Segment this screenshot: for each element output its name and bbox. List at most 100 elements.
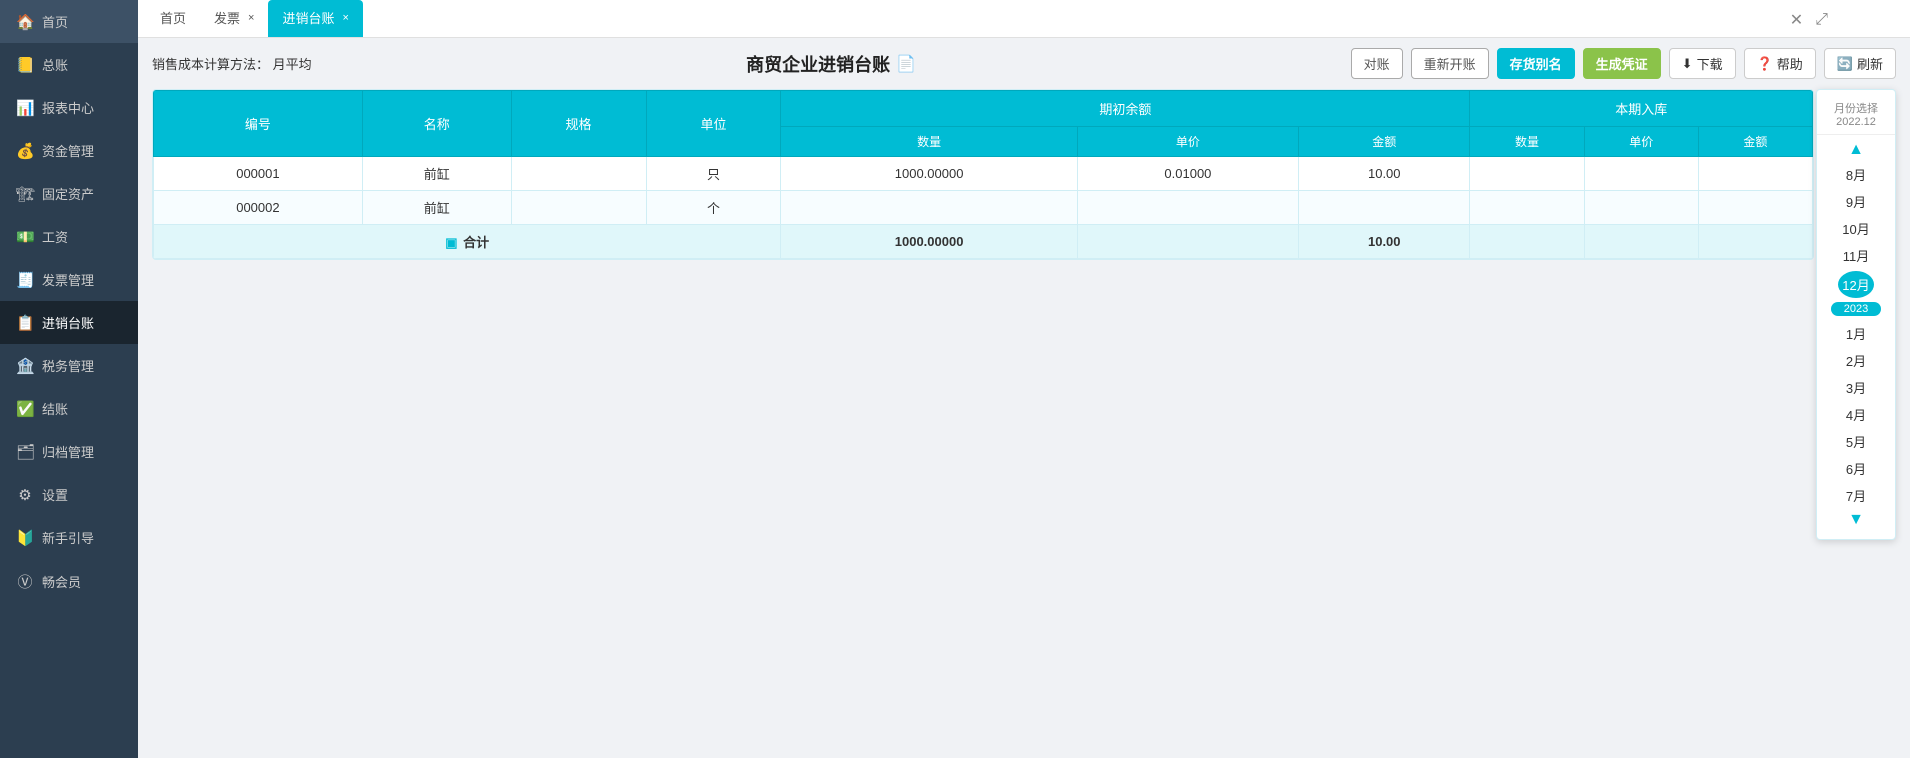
sidebar-item-fund-management[interactable]: 💰 资金管理 [0, 129, 138, 172]
col-id: 编号 [154, 91, 363, 157]
cost-method: 销售成本计算方法： 月平均 [152, 54, 312, 73]
month-item-8[interactable]: 8月 [1817, 161, 1895, 188]
sidebar-item-tax-mgmt[interactable]: 🏦 税务管理 [0, 344, 138, 387]
month-item-6[interactable]: 6月 [1817, 455, 1895, 482]
year-next-badge: 2023 [1831, 302, 1881, 316]
sidebar-item-label: 归档管理 [42, 442, 94, 461]
month-item-5[interactable]: 5月 [1817, 428, 1895, 455]
total-icon: ▣ [445, 235, 457, 250]
sidebar-item-jinxiao[interactable]: 📋 进销台账 [0, 301, 138, 344]
sidebar-item-label: 结账 [42, 399, 68, 418]
toolbar: 对账 重新开账 存货别名 生成凭证 ⬇ 下载 ❓ 帮助 [1351, 48, 1896, 79]
month-panel: 月份选择 2022.12 ▲ 8月 9月 10月 11月 12月 2023 1月… [1816, 89, 1896, 540]
main-area: ✕ ⤢ 首页 发票 × 进销台账 × 销售成本计算方法： 月平均 商贸企业进销台… [138, 0, 1910, 758]
invoice-icon: 🧾 [16, 271, 34, 289]
month-item-3[interactable]: 3月 [1817, 374, 1895, 401]
title-info-icon[interactable]: 📄 [896, 54, 916, 74]
sidebar-item-label: 进销台账 [42, 313, 94, 332]
sidebar-item-fixed-assets[interactable]: 🏗 固定资产 [0, 172, 138, 215]
total-open-qty: 1000.00000 [781, 225, 1077, 259]
total-open-amt: 10.00 [1299, 225, 1470, 259]
month-item-12[interactable]: 12月 [1838, 271, 1874, 298]
tab-home[interactable]: 首页 [146, 0, 200, 37]
content-topbar: 销售成本计算方法： 月平均 商贸企业进销台账 📄 对账 重新开账 存货别名 生成… [152, 48, 1896, 79]
sidebar-item-invoice-mgmt[interactable]: 🧾 发票管理 [0, 258, 138, 301]
sidebar-item-label: 税务管理 [42, 356, 94, 375]
sidebar-item-vip[interactable]: Ⓥ 畅会员 [0, 559, 138, 604]
month-item-9[interactable]: 9月 [1817, 188, 1895, 215]
month-item-1[interactable]: 1月 [1817, 320, 1895, 347]
cell-in-qty [1470, 191, 1584, 225]
tax-icon: 🏦 [16, 357, 34, 375]
sidebar-item-label: 资金管理 [42, 141, 94, 160]
reopen-button[interactable]: 重新开账 [1411, 48, 1489, 79]
month-item-2[interactable]: 2月 [1817, 347, 1895, 374]
month-item-7[interactable]: 7月 [1817, 482, 1895, 509]
duizhang-button[interactable]: 对账 [1351, 48, 1403, 79]
help-label: 帮助 [1777, 54, 1803, 73]
total-in-price [1584, 225, 1698, 259]
cost-method-value: 月平均 [273, 57, 312, 72]
tab-jinxiao-close[interactable]: × [342, 12, 348, 24]
month-item-11[interactable]: 11月 [1817, 242, 1895, 269]
main-table: 编号 名称 规格 单位 期初余额 本期入库 数量 单价 金额 数量 [152, 89, 1814, 260]
month-item-4[interactable]: 4月 [1817, 401, 1895, 428]
total-open-price [1077, 225, 1298, 259]
sidebar-item-label: 总账 [42, 55, 68, 74]
col-name: 名称 [362, 91, 511, 157]
tab-jinxiao-label: 进销台账 [282, 8, 334, 27]
refresh-icon: 🔄 [1837, 56, 1853, 72]
cell-unit: 个 [646, 191, 781, 225]
total-label-cell: ▣ 合计 [154, 225, 781, 259]
sidebar-item-home[interactable]: 🏠 首页 [0, 0, 138, 43]
sidebar-item-archive[interactable]: 🗂 归档管理 [0, 430, 138, 473]
sidebar-item-label: 工资 [42, 227, 68, 246]
col-spec: 规格 [511, 91, 646, 157]
cell-name: 前缸 [362, 157, 511, 191]
sidebar-item-report-center[interactable]: 📊 报表中心 [0, 86, 138, 129]
month-item-10[interactable]: 10月 [1817, 215, 1895, 242]
assets-icon: 🏗 [16, 185, 34, 203]
month-scroll-down[interactable]: ▼ [1817, 509, 1895, 531]
tab-invoice-close[interactable]: × [248, 12, 254, 24]
sidebar-item-salary[interactable]: 💵 工资 [0, 215, 138, 258]
month-scroll-up[interactable]: ▲ [1817, 139, 1895, 161]
download-icon: ⬇ [1682, 56, 1693, 72]
cell-spec [511, 191, 646, 225]
col-group-inbound: 本期入库 [1470, 91, 1813, 127]
download-button[interactable]: ⬇ 下载 [1669, 48, 1736, 79]
cell-open-amt [1299, 191, 1470, 225]
col-in-amt: 金额 [1698, 127, 1812, 157]
help-button[interactable]: ❓ 帮助 [1744, 48, 1816, 79]
save-alias-button[interactable]: 存货别名 [1497, 48, 1575, 79]
sidebar-item-label: 畅会员 [42, 572, 81, 591]
total-in-qty [1470, 225, 1584, 259]
sidebar-item-guide[interactable]: 🔰 新手引导 [0, 516, 138, 559]
sidebar-item-label: 首页 [42, 12, 68, 31]
refresh-button[interactable]: 🔄 刷新 [1824, 48, 1896, 79]
settings-icon: ⚙ [16, 486, 34, 504]
cell-in-price [1584, 157, 1698, 191]
col-open-qty: 数量 [781, 127, 1077, 157]
cell-unit: 只 [646, 157, 781, 191]
fund-icon: 💰 [16, 142, 34, 160]
col-open-price: 单价 [1077, 127, 1298, 157]
ledger-icon: 📒 [16, 56, 34, 74]
sidebar-item-general-ledger[interactable]: 📒 总账 [0, 43, 138, 86]
duizhang-label: 对账 [1364, 54, 1390, 73]
sidebar-item-settings[interactable]: ⚙ 设置 [0, 473, 138, 516]
download-label: 下载 [1697, 54, 1723, 73]
tab-home-label: 首页 [160, 8, 186, 27]
close-button[interactable]: ✕ [1788, 8, 1805, 32]
window-controls: ✕ ⤢ [1788, 8, 1830, 32]
help-icon: ❓ [1757, 56, 1773, 72]
sidebar-item-label: 发票管理 [42, 270, 94, 289]
cost-method-label: 销售成本计算方法： [152, 57, 269, 72]
page-title: 商贸企业进销台账 📄 [746, 51, 916, 77]
tab-jinxiao[interactable]: 进销台账 × [268, 0, 362, 37]
tab-invoice[interactable]: 发票 × [200, 0, 268, 37]
total-row: ▣ 合计 1000.00000 10.00 [154, 225, 1813, 259]
sidebar-item-settle[interactable]: ✅ 结账 [0, 387, 138, 430]
generate-button[interactable]: 生成凭证 [1583, 48, 1661, 79]
maximize-button[interactable]: ⤢ [1813, 8, 1830, 32]
